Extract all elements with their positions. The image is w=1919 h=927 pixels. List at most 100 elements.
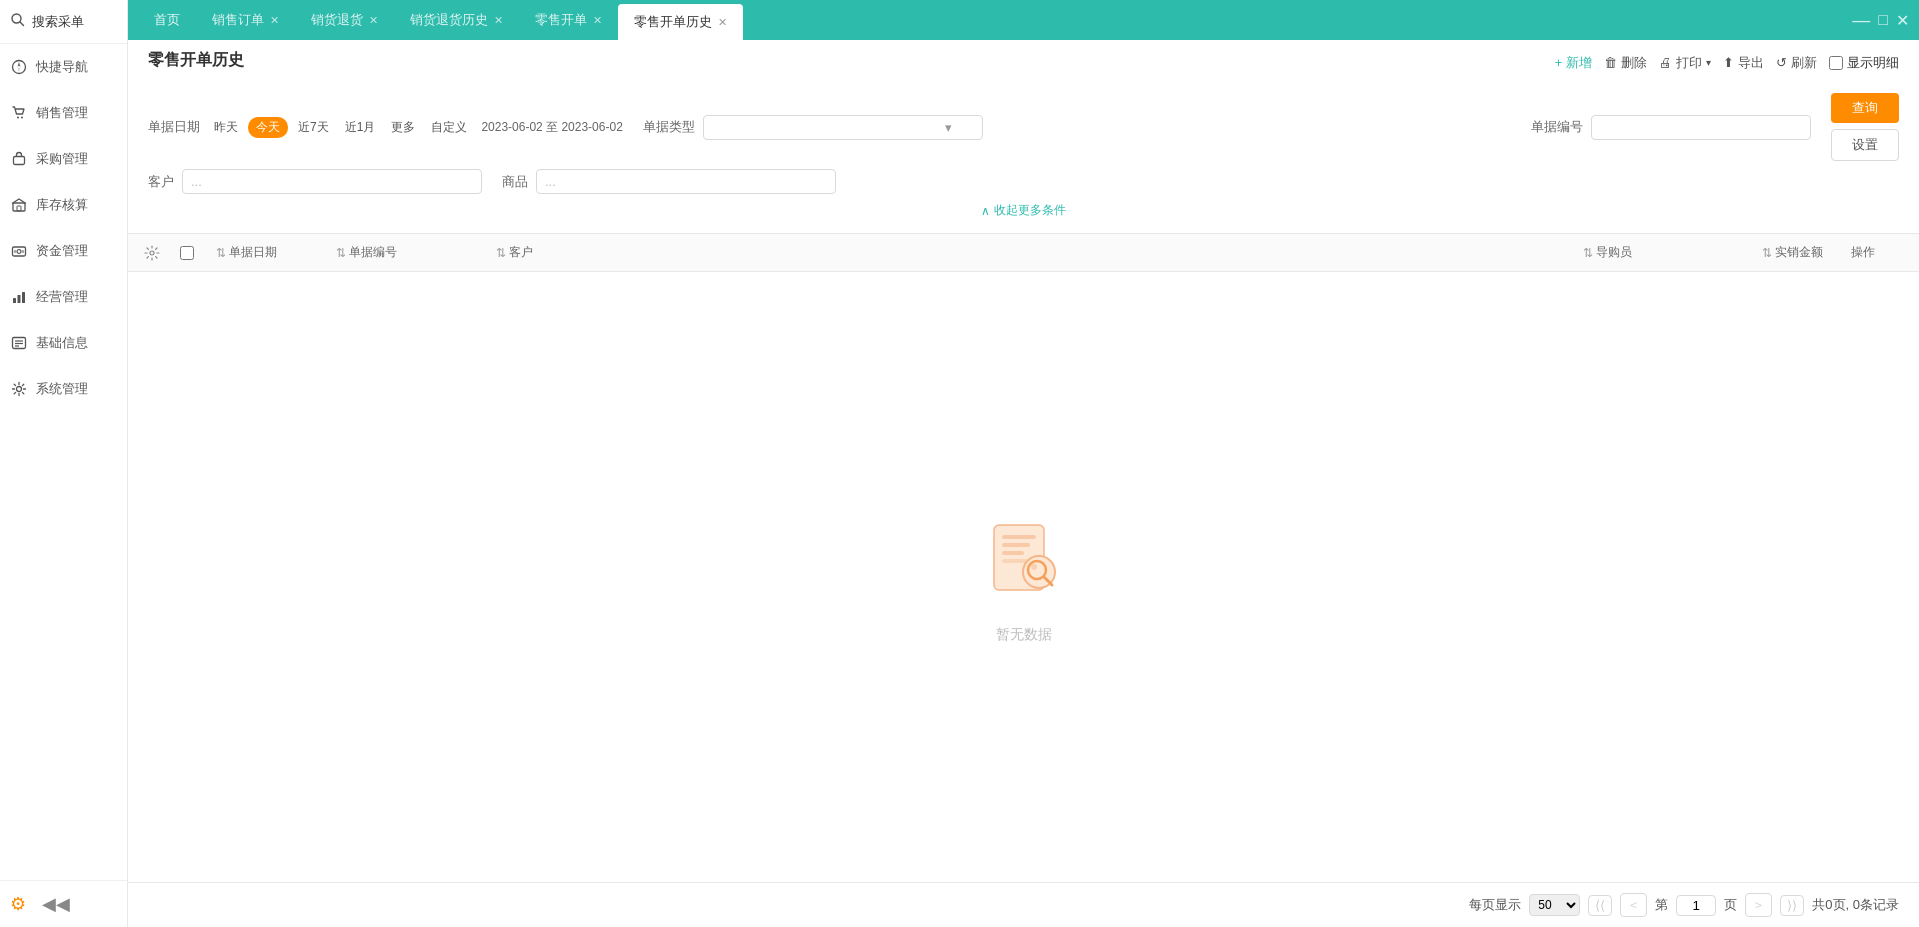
date-opt-today[interactable]: 今天	[248, 117, 288, 138]
date-opt-custom[interactable]: 自定义	[425, 117, 473, 138]
query-button[interactable]: 查询	[1831, 93, 1899, 123]
th-num[interactable]: ⇅ 单据编号	[336, 244, 496, 261]
content-wrapper: 零售开单历史 + 新增 🗑 删除 🖨 打印 ▾ ⬆ 导出 ↺	[128, 40, 1919, 927]
sidebar-footer: ⚙ ◀◀	[0, 880, 127, 927]
empty-text: 暂无数据	[996, 626, 1052, 644]
select-all-checkbox[interactable]	[180, 246, 194, 260]
svg-point-11	[17, 250, 21, 254]
window-close-icon[interactable]: ✕	[1896, 11, 1909, 30]
window-maximize-icon[interactable]: □	[1878, 11, 1888, 29]
chevron-down-icon: ▾	[945, 120, 952, 135]
date-opt-yesterday[interactable]: 昨天	[208, 117, 244, 138]
filter-type: 单据类型 ▾	[643, 115, 1511, 140]
customer-select[interactable]: ...	[182, 169, 482, 194]
svg-point-21	[17, 387, 22, 392]
money-icon	[10, 242, 28, 260]
svg-rect-10	[13, 247, 26, 256]
table-header: ⇅ 单据日期 ⇅ 单据编号 ⇅ 客户 ⇅ 导购员 ⇅ 实销金额	[128, 234, 1919, 272]
sidebar-item-sales-mgmt[interactable]: 销售管理	[0, 90, 127, 136]
tab-close-icon[interactable]: ✕	[270, 14, 279, 27]
th-date[interactable]: ⇅ 单据日期	[216, 244, 336, 261]
sidebar-search[interactable]: 搜索采单	[0, 0, 127, 44]
page-title: 零售开单历史	[148, 50, 244, 71]
tab-retail-open[interactable]: 零售开单 ✕	[519, 0, 618, 40]
tab-sales-return-history[interactable]: 销货退货历史 ✕	[394, 0, 519, 40]
date-opt-1month[interactable]: 近1月	[339, 117, 382, 138]
window-minimize-icon[interactable]: —	[1852, 10, 1870, 31]
svg-rect-7	[14, 157, 25, 165]
th-amount[interactable]: ⇅ 实销金额	[1703, 244, 1823, 261]
first-page-button[interactable]: ⟨⟨	[1588, 895, 1612, 916]
collapse-icon[interactable]: ◀◀	[42, 893, 70, 915]
page-number-input[interactable]	[1676, 895, 1716, 916]
next-page-button[interactable]: ＞	[1745, 893, 1772, 917]
svg-line-1	[20, 22, 24, 26]
empty-state: 暂无数据	[128, 272, 1919, 882]
tab-retail-open-history[interactable]: 零售开单历史 ✕	[618, 4, 743, 40]
compass-icon	[10, 58, 28, 76]
th-checkbox[interactable]	[180, 246, 216, 260]
collapse-button[interactable]: ∧ 收起更多条件	[981, 202, 1066, 219]
tab-sales-order[interactable]: 销售订单 ✕	[196, 0, 295, 40]
export-icon: ⬆	[1723, 55, 1734, 70]
svg-rect-9	[17, 206, 21, 211]
delete-button[interactable]: 🗑 删除	[1604, 54, 1647, 72]
toolbar: + 新增 🗑 删除 🖨 打印 ▾ ⬆ 导出 ↺ 刷新	[1555, 54, 1899, 72]
sidebar-item-operation-mgmt[interactable]: 经营管理	[0, 274, 127, 320]
svg-marker-4	[18, 67, 21, 72]
cart-icon	[10, 104, 28, 122]
filter-row-2: 客户 ... 商品 ...	[148, 169, 1899, 194]
num-input[interactable]	[1591, 115, 1811, 140]
type-select[interactable]: ▾	[703, 115, 983, 140]
th-op-label: 操作	[1851, 244, 1875, 261]
th-settings[interactable]	[144, 245, 180, 261]
date-opt-7days[interactable]: 近7天	[292, 117, 335, 138]
sidebar-item-basic-info[interactable]: 基础信息	[0, 320, 127, 366]
goods-select[interactable]: ...	[536, 169, 836, 194]
svg-point-6	[21, 117, 23, 119]
th-customer[interactable]: ⇅ 客户	[496, 244, 1583, 261]
tab-home-label: 首页	[154, 11, 180, 29]
svg-rect-14	[13, 298, 16, 303]
export-button[interactable]: ⬆ 导出	[1723, 54, 1764, 72]
filter-area: 单据日期 昨天 今天 近7天 近1月 更多 自定义 2023-06-02 至 2…	[128, 83, 1919, 234]
pagination: 每页显示 50 10 20 100 ⟨⟨ ＜ 第 页 ＞ ⟩⟩ 共0页, 0条记…	[128, 882, 1919, 927]
tab-close-icon[interactable]: ✕	[369, 14, 378, 27]
customer-placeholder: ...	[191, 174, 202, 189]
sidebar-item-quick-nav[interactable]: 快捷导航	[0, 44, 127, 90]
num-label: 单据编号	[1531, 118, 1583, 136]
tab-close-icon[interactable]: ✕	[718, 16, 727, 29]
query-buttons: 查询 设置	[1831, 93, 1899, 161]
total-text: 共0页, 0条记录	[1812, 896, 1899, 914]
th-op: 操作	[1823, 244, 1903, 261]
tab-sales-return-label: 销货退货	[311, 11, 363, 29]
svg-marker-3	[18, 62, 21, 67]
date-label: 单据日期	[148, 118, 200, 136]
add-button[interactable]: + 新增	[1555, 54, 1592, 72]
tab-home[interactable]: 首页	[138, 0, 196, 40]
page-label: 第	[1655, 896, 1668, 914]
th-guide[interactable]: ⇅ 导购员	[1583, 244, 1703, 261]
tab-sales-return[interactable]: 销货退货 ✕	[295, 0, 394, 40]
trash-icon: 🗑	[1604, 55, 1617, 70]
tab-close-icon[interactable]: ✕	[494, 14, 503, 27]
per-page-select[interactable]: 50 10 20 100	[1529, 894, 1580, 916]
sidebar-item-finance-mgmt[interactable]: 资金管理	[0, 228, 127, 274]
display-detail-toggle[interactable]: 显示明细	[1829, 54, 1899, 72]
setting-button[interactable]: 设置	[1831, 129, 1899, 161]
sidebar-item-system-mgmt[interactable]: 系统管理	[0, 366, 127, 412]
svg-rect-25	[1002, 543, 1030, 547]
settings-icon[interactable]: ⚙	[10, 893, 26, 915]
prev-page-button[interactable]: ＜	[1620, 893, 1647, 917]
print-button[interactable]: 🖨 打印 ▾	[1659, 54, 1711, 72]
tab-close-icon[interactable]: ✕	[593, 14, 602, 27]
chart-icon	[10, 288, 28, 306]
date-opt-more[interactable]: 更多	[385, 117, 421, 138]
refresh-button[interactable]: ↺ 刷新	[1776, 54, 1817, 72]
sidebar-item-purchase-mgmt[interactable]: 采购管理	[0, 136, 127, 182]
display-detail-checkbox[interactable]	[1829, 56, 1843, 70]
print-icon: 🖨	[1659, 55, 1672, 70]
info-icon	[10, 334, 28, 352]
last-page-button[interactable]: ⟩⟩	[1780, 895, 1804, 916]
sidebar-item-inventory[interactable]: 库存核算	[0, 182, 127, 228]
